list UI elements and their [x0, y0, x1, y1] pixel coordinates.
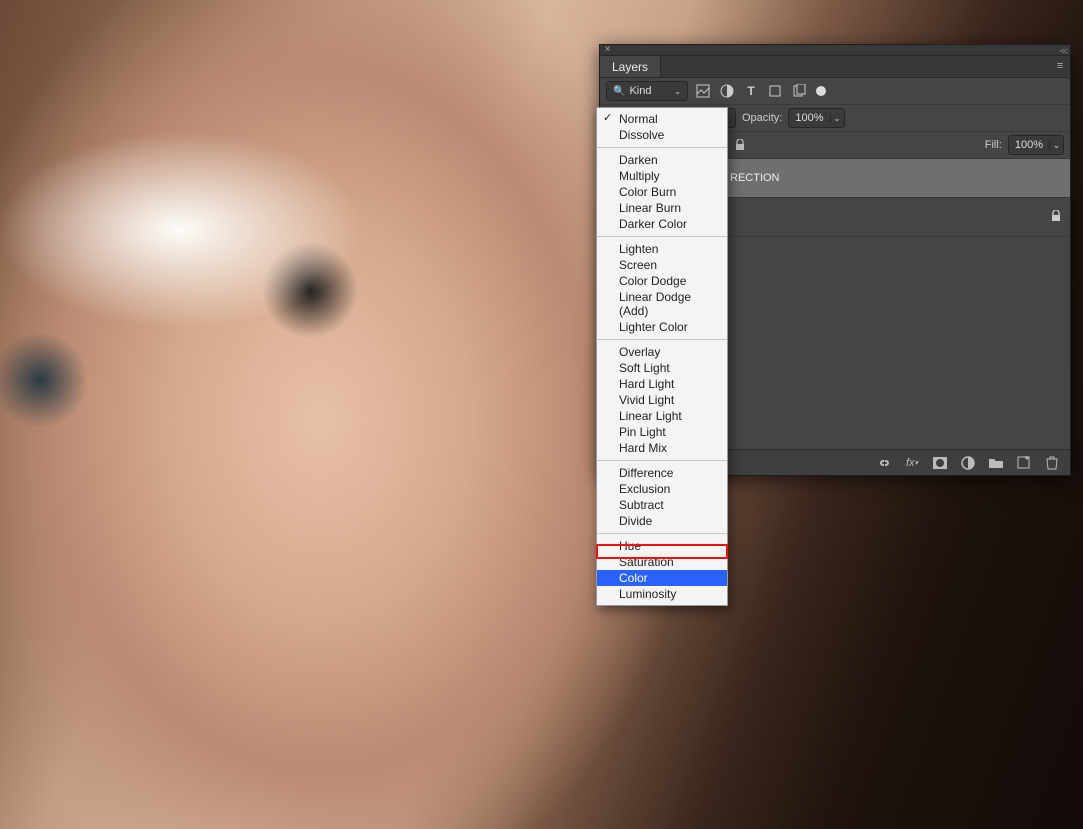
filter-kind-label: Kind [629, 85, 651, 97]
menu-separator [597, 147, 727, 148]
blend-mode-option[interactable]: Pin Light [597, 424, 727, 440]
menu-separator [597, 339, 727, 340]
lock-icon [1050, 210, 1062, 225]
menu-separator [597, 236, 727, 237]
blend-mode-option[interactable]: Hard Light [597, 376, 727, 392]
tab-layers[interactable]: Layers [600, 56, 661, 77]
panel-titlebar[interactable]: × << [600, 45, 1070, 56]
fill-label: Fill: [985, 139, 1002, 151]
link-layers-icon[interactable] [876, 455, 892, 471]
blend-mode-option[interactable]: Luminosity [597, 586, 727, 602]
opacity-input[interactable]: 100% ⌄ [788, 108, 844, 128]
menu-separator [597, 460, 727, 461]
new-layer-icon[interactable] [1016, 455, 1032, 471]
blend-mode-menu[interactable]: NormalDissolveDarkenMultiplyColor BurnLi… [596, 107, 728, 606]
blend-mode-option[interactable]: Subtract [597, 497, 727, 513]
opacity-label: Opacity: [742, 112, 782, 124]
blend-mode-option[interactable]: Soft Light [597, 360, 727, 376]
search-icon: 🔍 [613, 86, 625, 97]
close-icon[interactable]: × [603, 46, 612, 55]
filter-shape-icon[interactable] [766, 82, 784, 100]
blend-mode-option[interactable]: Screen [597, 257, 727, 273]
blend-mode-option[interactable]: Color Dodge [597, 273, 727, 289]
blend-mode-option[interactable]: Dissolve [597, 127, 727, 143]
filter-smartobject-icon[interactable] [790, 82, 808, 100]
trash-icon[interactable] [1044, 455, 1060, 471]
adjustment-layer-icon[interactable] [960, 455, 976, 471]
blend-mode-option[interactable]: Linear Dodge (Add) [597, 289, 727, 319]
blend-mode-option[interactable]: Normal [597, 111, 727, 127]
panel-menu-icon[interactable]: ≡ [1050, 56, 1070, 77]
blend-mode-option[interactable]: Exclusion [597, 481, 727, 497]
blend-mode-option[interactable]: Hue [597, 538, 727, 554]
blend-mode-option[interactable]: Overlay [597, 344, 727, 360]
filter-pixel-icon[interactable] [694, 82, 712, 100]
menu-separator [597, 533, 727, 534]
filter-kind-select[interactable]: 🔍 Kind ⌄ [606, 81, 688, 101]
filter-toggle-icon[interactable] [816, 86, 826, 96]
blend-mode-option[interactable]: Color Burn [597, 184, 727, 200]
opacity-value: 100% [789, 112, 829, 124]
blend-mode-option[interactable]: Lighten [597, 241, 727, 257]
chevron-down-icon[interactable]: ⌄ [830, 114, 844, 123]
blend-mode-option[interactable]: Saturation [597, 554, 727, 570]
collapse-icon[interactable]: << [1059, 46, 1066, 56]
lock-all-icon[interactable] [732, 137, 748, 153]
group-icon[interactable] [988, 455, 1004, 471]
blend-mode-option[interactable]: Linear Burn [597, 200, 727, 216]
blend-mode-option[interactable]: Hard Mix [597, 440, 727, 456]
filter-adjustment-icon[interactable] [718, 82, 736, 100]
blend-mode-option[interactable]: Linear Light [597, 408, 727, 424]
filter-row: 🔍 Kind ⌄ T [600, 78, 1070, 105]
blend-mode-option[interactable]: Darker Color [597, 216, 727, 232]
chevron-down-icon[interactable]: ⌄ [1049, 141, 1063, 150]
fx-icon[interactable]: fx▾ [904, 455, 920, 471]
layer-name: RECTION [730, 172, 780, 184]
lock-icons-group [732, 137, 748, 153]
blend-mode-option[interactable]: Vivid Light [597, 392, 727, 408]
blend-mode-option[interactable]: Divide [597, 513, 727, 529]
blend-mode-option[interactable]: Darken [597, 152, 727, 168]
chevron-down-icon: ⌄ [674, 87, 681, 96]
blend-mode-option[interactable]: Color [597, 570, 727, 586]
mask-icon[interactable] [932, 455, 948, 471]
blend-mode-option[interactable]: Multiply [597, 168, 727, 184]
blend-mode-option[interactable]: Difference [597, 465, 727, 481]
panel-tabs: Layers ≡ [600, 56, 1070, 78]
blend-mode-option[interactable]: Lighter Color [597, 319, 727, 335]
fill-input[interactable]: 100% ⌄ [1008, 135, 1064, 155]
filter-type-icon[interactable]: T [742, 82, 760, 100]
fill-value: 100% [1009, 139, 1049, 151]
